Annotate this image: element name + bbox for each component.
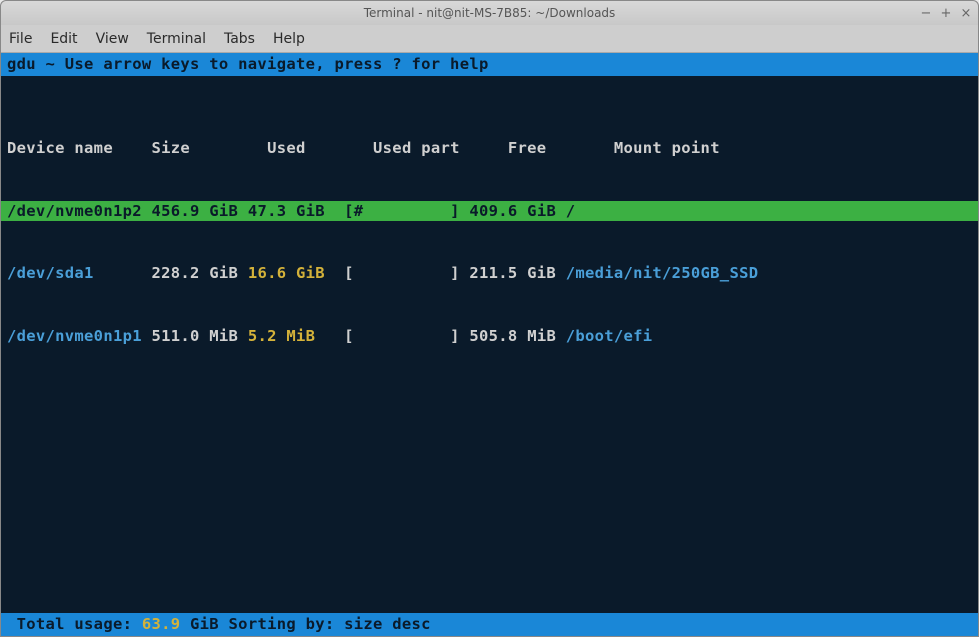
maximize-icon[interactable]: + [940,6,952,21]
device-size: 456.9 GiB [152,202,239,220]
menu-tabs[interactable]: Tabs [224,31,255,47]
minimize-icon[interactable]: − [920,6,932,21]
device-used: 47.3 GiB [248,202,325,220]
device-size: 511.0 MiB [152,327,239,345]
menu-file[interactable]: File [9,31,32,47]
window-controls: − + × [920,6,972,21]
menu-terminal[interactable]: Terminal [147,31,206,47]
device-usedbar: [ ] [344,327,460,345]
device-mount: /media/nit/250GB_SSD [566,264,759,282]
col-device: Device name [7,139,113,157]
device-size: 228.2 GiB [151,264,238,282]
device-name: /dev/sda1 [7,264,94,282]
device-free: 211.5 GiB [469,264,556,282]
footer-suffix: GiB Sorting by: size desc [180,615,430,633]
device-row[interactable]: /dev/nvme0n1p1 511.0 MiB 5.2 MiB [ ] 505… [1,326,978,347]
col-size: Size [151,139,190,157]
device-usedbar: [ ] [344,264,460,282]
device-row[interactable]: /dev/sda1 228.2 GiB 16.6 GiB [ ] 211.5 G… [1,263,978,284]
device-name: /dev/nvme0n1p1 [7,327,142,345]
gdu-body: Device name Size Used Used part Free Mou… [1,76,978,613]
menu-edit[interactable]: Edit [50,31,77,47]
device-used: 16.6 GiB [248,264,325,282]
device-free: 505.8 MiB [469,327,556,345]
col-free: Free [508,139,547,157]
device-mount: /boot/efi [566,327,653,345]
col-mount: Mount point [614,139,720,157]
close-icon[interactable]: × [960,6,972,21]
window-title: Terminal - nit@nit-MS-7B85: ~/Downloads [364,6,616,20]
footer-total: 63.9 [142,615,181,633]
col-usedpart: Used part [373,139,460,157]
gdu-header: gdu ~ Use arrow keys to navigate, press … [1,53,978,76]
col-used: Used [267,139,306,157]
terminal-screen[interactable]: gdu ~ Use arrow keys to navigate, press … [1,53,978,636]
device-used: 5.2 MiB [248,327,315,345]
terminal-window: Terminal - nit@nit-MS-7B85: ~/Downloads … [0,0,979,637]
device-row[interactable]: /dev/nvme0n1p2 456.9 GiB 47.3 GiB [# ] 4… [1,201,978,222]
menu-view[interactable]: View [96,31,129,47]
device-name: /dev/nvme0n1p2 [7,202,142,220]
device-usedbar: [# ] [344,202,460,220]
menu-help[interactable]: Help [273,31,305,47]
device-mount: / [566,202,576,220]
window-titlebar[interactable]: Terminal - nit@nit-MS-7B85: ~/Downloads … [1,1,978,25]
device-free: 409.6 GiB [469,202,556,220]
gdu-footer: Total usage: 63.9 GiB Sorting by: size d… [1,613,978,636]
gdu-column-headers: Device name Size Used Used part Free Mou… [1,138,978,159]
footer-prefix: Total usage: [7,615,142,633]
menubar: File Edit View Terminal Tabs Help [1,25,978,53]
